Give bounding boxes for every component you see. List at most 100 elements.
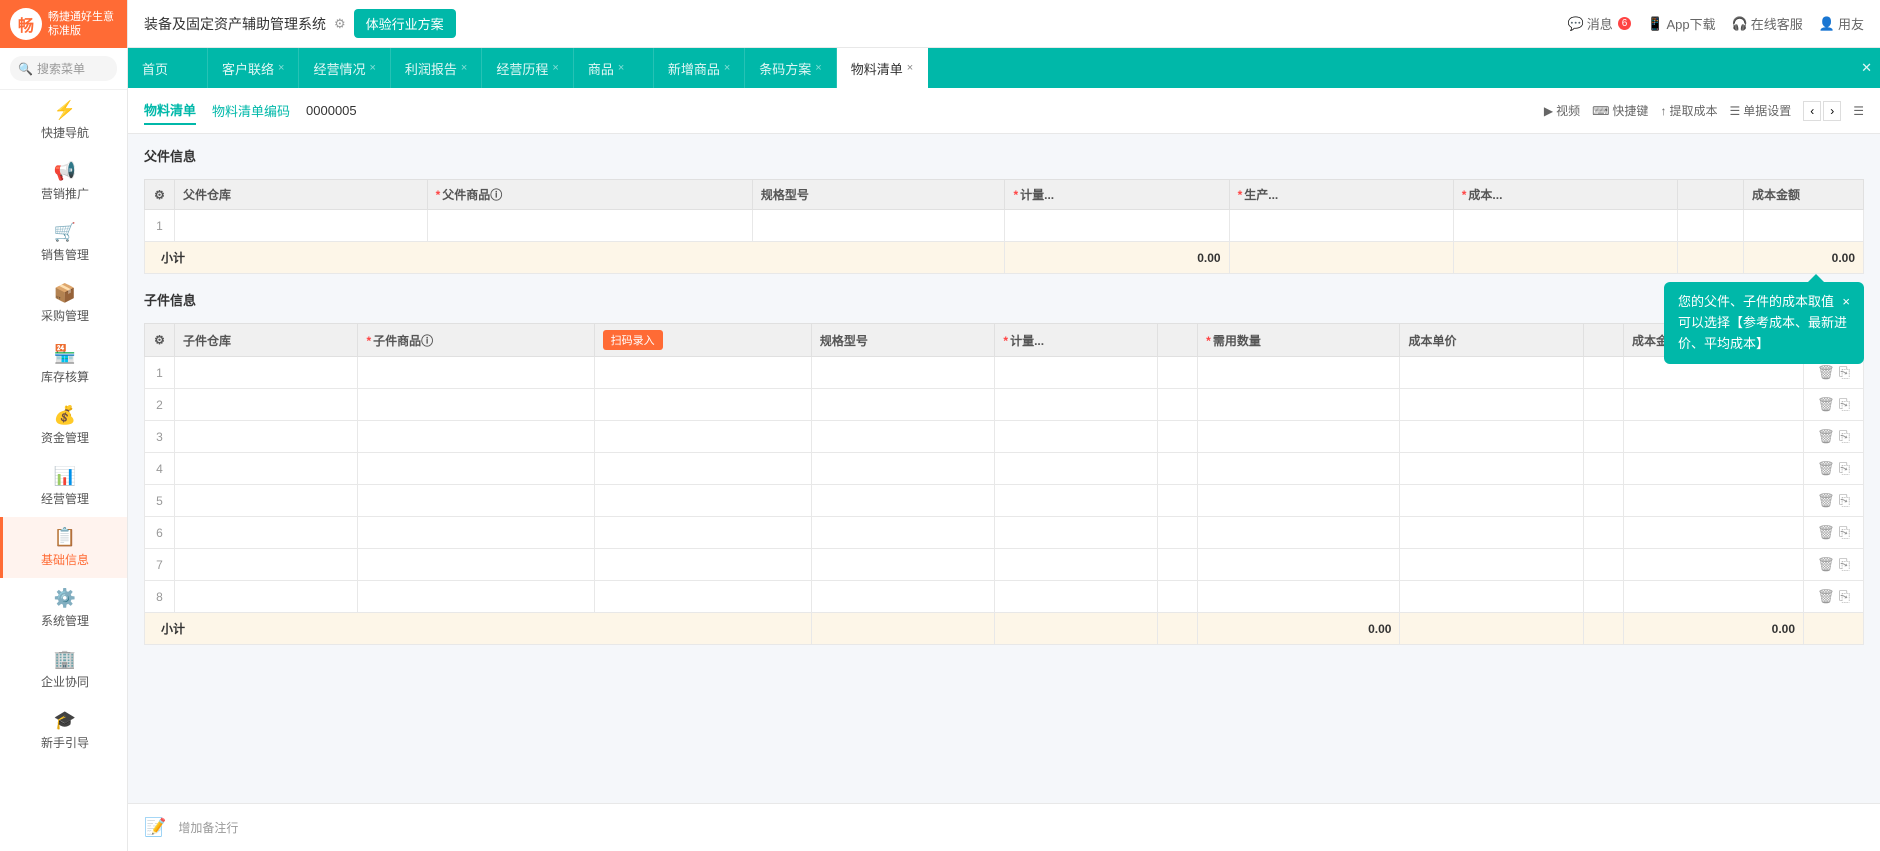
child-row-scan[interactable] [594, 549, 811, 581]
tab-barcode-close[interactable]: × [815, 62, 821, 74]
child-row-unit-cost[interactable] [1400, 517, 1584, 549]
app-download-btn[interactable]: 📱 App下载 [1647, 14, 1715, 33]
child-row-spec[interactable] [811, 453, 994, 485]
child-row-unit[interactable] [995, 549, 1158, 581]
sidebar-item-quick-nav[interactable]: ⚡ 快捷导航 [0, 90, 127, 151]
tab-business[interactable]: 经营情况 × [299, 48, 390, 88]
child-row-qty[interactable] [1198, 453, 1400, 485]
message-btn[interactable]: 💬 消息 6 [1568, 14, 1632, 33]
child-row-goods[interactable] [358, 517, 594, 549]
tab-home[interactable]: 首页 [128, 48, 208, 88]
child-row-spec[interactable] [811, 581, 994, 613]
sidebar-item-operation[interactable]: 📊 经营管理 [0, 456, 127, 517]
single-setting-btn[interactable]: ☰ 单据设置 [1729, 102, 1791, 119]
sub-tab-bom[interactable]: 物料清单 [144, 96, 196, 125]
child-row-warehouse[interactable] [175, 581, 358, 613]
child-row-spec[interactable] [811, 421, 994, 453]
sidebar-item-finance[interactable]: 💰 资金管理 [0, 395, 127, 456]
child-row-qty[interactable] [1198, 581, 1400, 613]
child-row-scan[interactable] [594, 389, 811, 421]
copy-icon[interactable]: ⎘ [1839, 428, 1850, 445]
tooltip-close-btn[interactable]: × [1842, 292, 1850, 313]
delete-icon[interactable]: 🗑 [1817, 364, 1835, 381]
parent-row-cost[interactable] [1453, 210, 1677, 242]
delete-icon[interactable]: 🗑 [1817, 428, 1835, 445]
child-row-scan[interactable] [594, 485, 811, 517]
child-row-warehouse[interactable] [175, 517, 358, 549]
tab-goods-close[interactable]: × [618, 62, 624, 74]
sidebar-item-enterprise[interactable]: 🏢 企业协同 [0, 639, 127, 700]
child-row-qty[interactable] [1198, 357, 1400, 389]
child-row-scan[interactable] [594, 357, 811, 389]
child-row-warehouse[interactable] [175, 357, 358, 389]
tab-history[interactable]: 经营历程 × [482, 48, 573, 88]
trial-button[interactable]: 体验行业方案 [354, 9, 456, 38]
parent-row-spec[interactable] [752, 210, 1005, 242]
user-avatar[interactable]: 👤 用友 [1819, 14, 1864, 33]
child-row-goods[interactable] [358, 485, 594, 517]
child-row-spec[interactable] [811, 485, 994, 517]
copy-icon[interactable]: ⎘ [1839, 588, 1850, 605]
delete-icon[interactable]: 🗑 [1817, 524, 1835, 541]
child-row-unit-cost[interactable] [1400, 389, 1584, 421]
child-row-unit[interactable] [995, 357, 1158, 389]
child-row-unit[interactable] [995, 389, 1158, 421]
tab-profit[interactable]: 利润报告 × [391, 48, 482, 88]
child-row-goods[interactable] [358, 357, 594, 389]
sidebar-item-marketing[interactable]: 📢 营销推广 [0, 151, 127, 212]
child-row-qty[interactable] [1198, 517, 1400, 549]
child-row-goods[interactable] [358, 421, 594, 453]
child-row-unit-cost[interactable] [1400, 357, 1584, 389]
child-row-scan[interactable] [594, 581, 811, 613]
child-row-goods[interactable] [358, 453, 594, 485]
child-row-qty[interactable] [1198, 549, 1400, 581]
child-row-warehouse[interactable] [175, 485, 358, 517]
parent-row-warehouse[interactable] [175, 210, 428, 242]
tab-customer[interactable]: 客户联络 × [208, 48, 299, 88]
child-row-unit[interactable] [995, 581, 1158, 613]
sidebar-item-sales[interactable]: 🛒 销售管理 [0, 212, 127, 273]
child-row-unit-cost[interactable] [1400, 421, 1584, 453]
search-area[interactable]: 🔍 搜索菜单 [0, 48, 127, 90]
child-row-warehouse[interactable] [175, 549, 358, 581]
child-row-warehouse[interactable] [175, 421, 358, 453]
nav-next-btn[interactable]: › [1823, 101, 1841, 121]
child-row-unit[interactable] [995, 517, 1158, 549]
close-all-tabs[interactable]: ✕ [1853, 48, 1880, 88]
child-row-unit[interactable] [995, 485, 1158, 517]
nav-prev-btn[interactable]: ‹ [1803, 101, 1821, 121]
parent-row-produce[interactable] [1229, 210, 1453, 242]
child-row-unit-cost[interactable] [1400, 581, 1584, 613]
add-note-icon[interactable]: 📝 [144, 817, 166, 838]
tab-new-goods[interactable]: 新增商品 × [654, 48, 745, 88]
child-col-settings[interactable]: ⚙ [145, 324, 175, 357]
child-row-goods[interactable] [358, 581, 594, 613]
tab-business-close[interactable]: × [369, 62, 375, 74]
view-btn[interactable]: ▶ 视频 [1544, 102, 1580, 119]
shortcut-btn[interactable]: ⌨ 快捷键 [1592, 102, 1648, 119]
parent-row-unit[interactable] [1005, 210, 1229, 242]
tab-history-close[interactable]: × [552, 62, 558, 74]
delete-icon[interactable]: 🗑 [1817, 492, 1835, 509]
child-row-unit-cost[interactable] [1400, 485, 1584, 517]
child-row-qty[interactable] [1198, 389, 1400, 421]
parent-row-goods[interactable] [427, 210, 752, 242]
parent-col-settings[interactable]: ⚙ [145, 180, 175, 210]
delete-icon[interactable]: 🗑 [1817, 588, 1835, 605]
child-row-qty[interactable] [1198, 485, 1400, 517]
sidebar-item-basic[interactable]: 📋 基础信息 [0, 517, 127, 578]
child-row-scan[interactable] [594, 453, 811, 485]
copy-icon[interactable]: ⎘ [1839, 396, 1850, 413]
child-row-unit[interactable] [995, 421, 1158, 453]
child-row-spec[interactable] [811, 517, 994, 549]
list-view-btn[interactable]: ☰ [1853, 104, 1864, 118]
sub-tab-code[interactable]: 物料清单编码 [212, 97, 290, 124]
tab-barcode[interactable]: 条码方案 × [745, 48, 836, 88]
child-row-goods[interactable] [358, 549, 594, 581]
delete-icon[interactable]: 🗑 [1817, 460, 1835, 477]
tab-bom[interactable]: 物料清单 × [837, 48, 928, 88]
child-row-unit-cost[interactable] [1400, 453, 1584, 485]
child-row-spec[interactable] [811, 357, 994, 389]
sidebar-item-system[interactable]: ⚙️ 系统管理 [0, 578, 127, 639]
child-row-goods[interactable] [358, 389, 594, 421]
